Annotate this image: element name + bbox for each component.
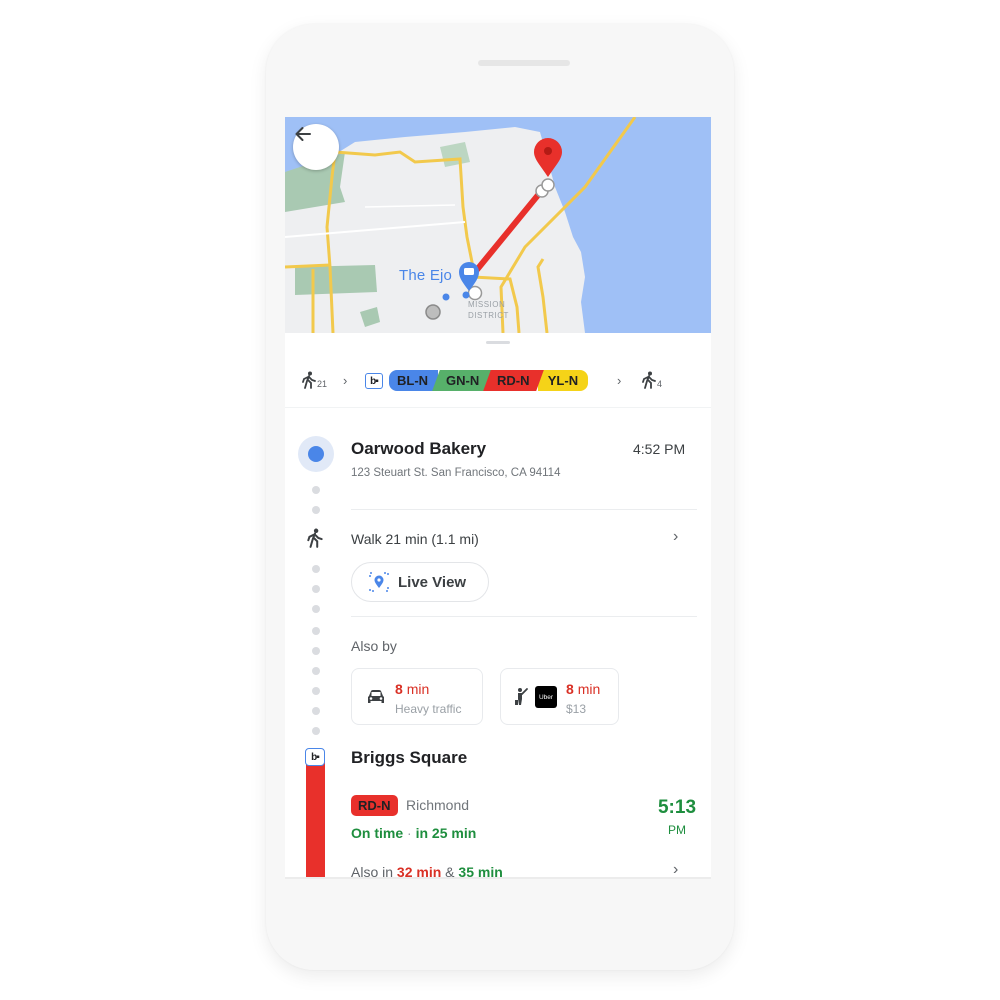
chevron-right-icon[interactable]: › bbox=[673, 861, 678, 877]
district-label-line1: MISSION bbox=[468, 300, 506, 309]
also-in-second: 35 min bbox=[458, 864, 503, 877]
walk-icon bbox=[642, 371, 656, 389]
origin-marker bbox=[308, 446, 324, 462]
directions-sheet: 21 › b ▪ BL-N GN-N RD-N YL-N › 4 Oarwood… bbox=[285, 333, 711, 877]
line-chip-rd-n: RD-N bbox=[483, 370, 544, 391]
line-label: GN-N bbox=[446, 373, 480, 388]
screen-bottom-edge bbox=[285, 877, 711, 879]
timeline-dot bbox=[312, 627, 320, 635]
origin-time: 4:52 PM bbox=[633, 441, 686, 457]
timeline-dot bbox=[312, 667, 320, 675]
divider bbox=[351, 616, 697, 617]
drive-unit: min bbox=[406, 681, 430, 697]
timeline-dot bbox=[312, 707, 320, 715]
line-badge-rd-n: RD-N bbox=[351, 795, 398, 816]
route-summary[interactable]: 21 › b ▪ BL-N GN-N RD-N YL-N › 4 bbox=[285, 357, 711, 408]
alternate-departures[interactable]: Also in 32 min & 35 min bbox=[351, 864, 503, 877]
live-view-button[interactable]: Live View bbox=[351, 562, 489, 602]
walk-icon bbox=[302, 371, 316, 389]
sheet-drag-handle[interactable] bbox=[486, 341, 510, 344]
live-view-icon bbox=[369, 572, 389, 592]
map-place-label[interactable]: The Ejo bbox=[399, 267, 452, 284]
departure-ampm: PM bbox=[668, 823, 686, 837]
timeline-dot bbox=[312, 585, 320, 593]
map-road bbox=[285, 263, 331, 269]
back-button[interactable] bbox=[293, 124, 339, 170]
chevron-right-icon[interactable]: › bbox=[673, 528, 678, 546]
drive-duration: 8 min bbox=[395, 681, 429, 697]
timeline-dot bbox=[312, 727, 320, 735]
station-name[interactable]: Briggs Square bbox=[351, 748, 467, 768]
drive-option-card[interactable]: 8 min Heavy traffic bbox=[351, 668, 483, 725]
walk-step-icon bbox=[307, 528, 323, 553]
arrow-left-icon bbox=[295, 127, 311, 141]
also-in-first: 32 min bbox=[396, 864, 442, 877]
line-label: BL-N bbox=[397, 373, 429, 388]
timeline-dot bbox=[312, 506, 320, 514]
chevron-right-icon: › bbox=[343, 373, 348, 388]
map-park bbox=[295, 265, 377, 295]
divider bbox=[351, 509, 697, 510]
timeline-dot bbox=[312, 565, 320, 573]
uber-duration: 8 min bbox=[566, 681, 600, 697]
also-by-heading: Also by bbox=[351, 638, 397, 654]
bart-station-icon: b▪ bbox=[305, 748, 325, 766]
uber-unit: min bbox=[577, 681, 601, 697]
map-dot bbox=[462, 291, 470, 299]
uber-price: $13 bbox=[566, 702, 587, 716]
timeline-dot bbox=[312, 647, 320, 655]
origin-address: 123 Steuart St. San Francisco, CA 94114 bbox=[351, 467, 561, 479]
also-in-prefix: Also in bbox=[351, 864, 394, 877]
transit-line-bar bbox=[306, 757, 325, 877]
district-label-line2: DISTRICT bbox=[468, 311, 509, 320]
walk-step-text[interactable]: Walk 21 min (1.1 mi) bbox=[351, 531, 479, 547]
walk-start-segment: 21 bbox=[302, 371, 327, 389]
line-chip-yl-n: YL-N bbox=[537, 370, 589, 391]
map-dot bbox=[442, 293, 450, 301]
app-screen: The Ejo MISSION DISTRICT 21 › b ▪ BL-N GN… bbox=[285, 117, 711, 877]
walk-end-segment: 4 bbox=[642, 371, 662, 389]
also-in-amp: & bbox=[445, 864, 455, 877]
status-separator: · bbox=[407, 825, 412, 841]
origin-name[interactable]: Oarwood Bakery bbox=[351, 439, 486, 459]
timeline-dot bbox=[312, 486, 320, 494]
status-text: On time bbox=[351, 825, 404, 841]
phone-speaker bbox=[478, 60, 570, 66]
route-stop-marker bbox=[541, 178, 555, 192]
line-chip-bl-n: BL-N bbox=[389, 370, 439, 391]
timeline-dot bbox=[312, 605, 320, 613]
hail-ride-icon bbox=[515, 688, 528, 705]
bart-logo-text: b bbox=[370, 375, 376, 387]
departure-time: 5:13 bbox=[657, 797, 697, 818]
line-direction: Richmond bbox=[406, 797, 470, 813]
walk-end-minutes: 4 bbox=[657, 379, 663, 389]
uber-minutes: 8 bbox=[566, 681, 574, 697]
status-eta: in 25 min bbox=[415, 825, 477, 841]
line-label: RD-N bbox=[497, 373, 530, 388]
car-icon bbox=[368, 690, 384, 703]
walk-icon bbox=[307, 528, 323, 548]
drive-minutes: 8 bbox=[395, 681, 403, 697]
walk-start-minutes: 21 bbox=[317, 379, 328, 389]
current-location-marker bbox=[425, 304, 441, 320]
departure-status: On time · in 25 min bbox=[351, 825, 476, 841]
live-view-label: Live View bbox=[398, 573, 467, 591]
timeline-dot bbox=[312, 687, 320, 695]
map-district-label: MISSION DISTRICT bbox=[468, 299, 509, 321]
line-label: YL-N bbox=[547, 373, 579, 388]
chevron-right-icon: › bbox=[617, 373, 622, 388]
uber-logo-icon: Uber bbox=[535, 686, 557, 708]
transit-lines: BL-N GN-N RD-N YL-N bbox=[389, 370, 589, 391]
bart-logo-icon: b ▪ bbox=[365, 373, 383, 389]
drive-detail: Heavy traffic bbox=[395, 702, 462, 716]
map-view[interactable]: The Ejo MISSION DISTRICT bbox=[285, 117, 711, 333]
uber-option-card[interactable]: Uber 8 min $13 bbox=[500, 668, 619, 725]
